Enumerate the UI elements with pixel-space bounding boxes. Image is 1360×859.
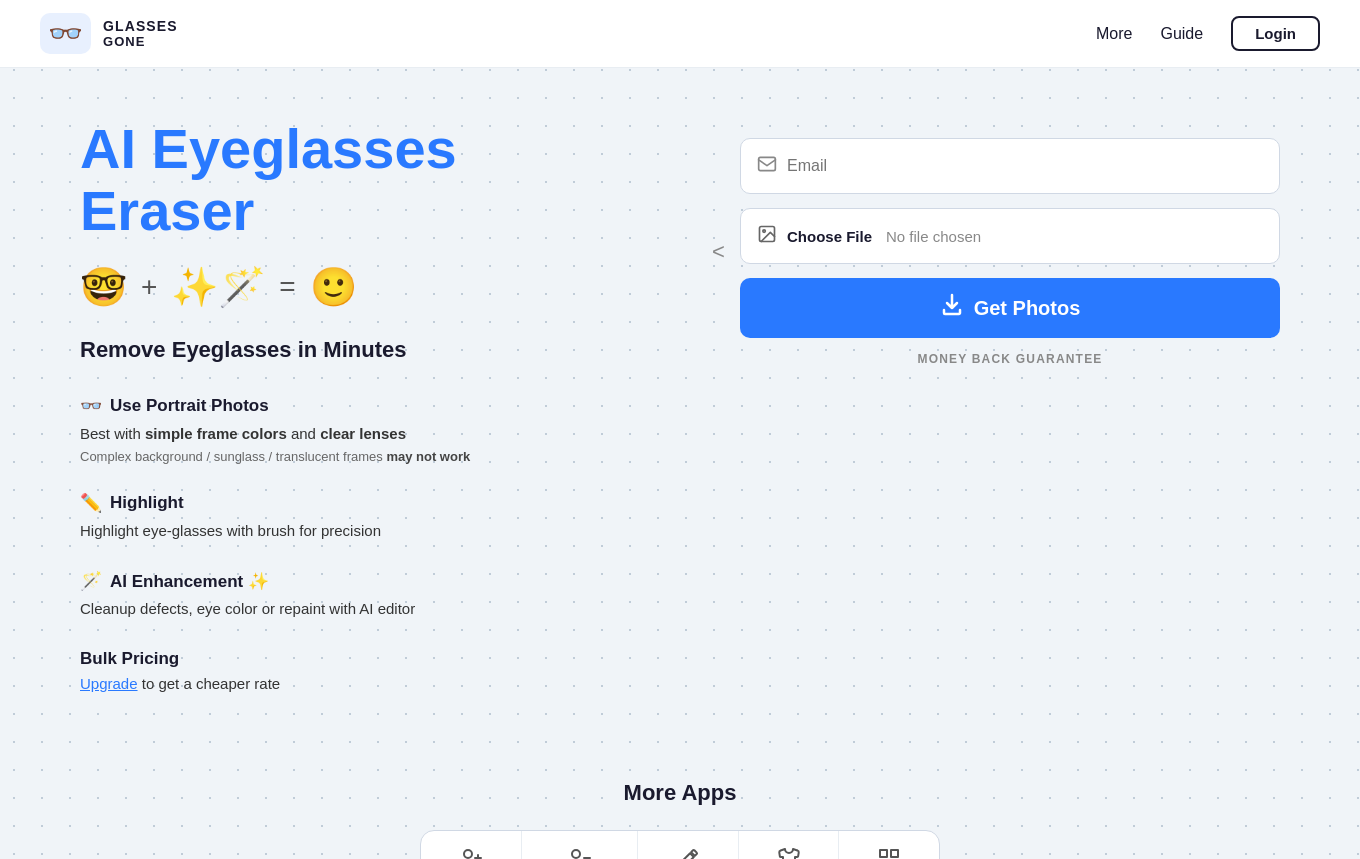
feature-ai-desc: Cleanup defects, eye color or repaint wi… <box>80 598 680 621</box>
app-photo-bomb[interactable]: PhotoBomb <box>421 831 522 859</box>
svg-point-2 <box>763 229 766 232</box>
app-erase-replace[interactable]: Erase &Replace <box>638 831 739 859</box>
get-photos-label: Get Photos <box>974 297 1081 320</box>
emoji-plus: + <box>141 271 157 303</box>
feature-highlight-title: ✏️ Highlight <box>80 492 680 514</box>
apps-row: PhotoBomb EraseBackground Erase &Replace… <box>420 830 940 859</box>
hero-title-line1: AI Eyeglasses <box>80 117 457 180</box>
brand-sub: GONE <box>103 34 178 49</box>
file-input-group[interactable]: Choose File No file chosen <box>740 208 1280 264</box>
right-column: < <box>740 138 1280 366</box>
email-icon <box>757 154 777 179</box>
brand-icon: 👓 <box>40 13 91 54</box>
hero-title-line2: Eraser <box>80 179 254 242</box>
glasses-icon: 👓 <box>80 395 102 417</box>
login-button[interactable]: Login <box>1231 16 1320 51</box>
hero-subtitle: Remove Eyeglasses in Minutes <box>80 337 680 363</box>
nav-guide[interactable]: Guide <box>1160 25 1203 43</box>
pencil-icon: ✏️ <box>80 492 102 514</box>
feature-portrait-sub: Complex background / sunglass / transluc… <box>80 449 680 464</box>
bulk-pricing-title: Bulk Pricing <box>80 649 680 669</box>
brand-text: GLASSES GONE <box>103 18 178 50</box>
download-icon <box>940 293 964 323</box>
more-apps-title: More Apps <box>80 780 1280 806</box>
person-remove-icon <box>567 847 591 859</box>
more-apps-section: More Apps PhotoBomb EraseBackground Eras… <box>40 780 1320 859</box>
emoji-eq: = <box>279 271 295 303</box>
main-content: AI Eyeglasses Eraser 🤓 + ✨🪄 = 🙂 Remove E… <box>40 68 1320 720</box>
arrow-hint: < <box>712 239 725 265</box>
choose-file-label[interactable]: Choose File <box>787 228 872 245</box>
app-erase-background[interactable]: EraseBackground <box>522 831 639 859</box>
upgrade-link[interactable]: Upgrade <box>80 675 138 692</box>
app-try-clothes[interactable]: TryClothes <box>739 831 840 859</box>
nav-more[interactable]: More <box>1096 25 1132 43</box>
feature-portrait-desc: Best with simple frame colors and clear … <box>80 423 680 446</box>
wand-icon: 🪄 <box>80 570 102 592</box>
get-photos-button[interactable]: Get Photos <box>740 278 1280 338</box>
feature-portrait-title: 👓 Use Portrait Photos <box>80 395 680 417</box>
brand-name: GLASSES <box>103 18 178 35</box>
email-field[interactable] <box>787 157 1263 175</box>
email-input-group <box>740 138 1280 194</box>
paintbrush-icon <box>676 847 700 859</box>
svg-rect-0 <box>759 157 776 170</box>
feature-highlight: ✏️ Highlight Highlight eye-glasses with … <box>80 492 680 543</box>
shirt-icon <box>777 847 801 859</box>
form-card: < <box>740 138 1280 366</box>
svg-rect-9 <box>891 850 898 857</box>
image-icon <box>757 224 777 249</box>
navbar: 👓 GLASSES GONE More Guide Login <box>0 0 1360 68</box>
brand-logo-link[interactable]: 👓 GLASSES GONE <box>40 13 178 54</box>
emoji-smile: 🙂 <box>310 265 357 309</box>
guarantee-text: MONEY BACK GUARANTEE <box>740 352 1280 366</box>
person-add-icon <box>459 847 483 859</box>
svg-point-3 <box>464 850 472 858</box>
nav-right: More Guide Login <box>1096 16 1320 51</box>
emoji-wand: ✨🪄 <box>171 265 265 309</box>
left-column: AI Eyeglasses Eraser 🤓 + ✨🪄 = 🙂 Remove E… <box>80 118 680 720</box>
feature-highlight-desc: Highlight eye-glasses with brush for pre… <box>80 520 680 543</box>
feature-ai: 🪄 AI Enhancement ✨ Cleanup defects, eye … <box>80 570 680 621</box>
bulk-pricing: Bulk Pricing Upgrade to get a cheaper ra… <box>80 649 680 692</box>
no-file-chosen: No file chosen <box>886 228 981 245</box>
emoji-row: 🤓 + ✨🪄 = 🙂 <box>80 265 680 309</box>
app-pixel-art[interactable]: PixelArt <box>839 831 939 859</box>
emoji-nerd: 🤓 <box>80 265 127 309</box>
pixel-icon <box>877 847 901 859</box>
svg-point-6 <box>572 850 580 858</box>
hero-title: AI Eyeglasses Eraser <box>80 118 680 241</box>
feature-portrait: 👓 Use Portrait Photos Best with simple f… <box>80 395 680 464</box>
bulk-pricing-desc: Upgrade to get a cheaper rate <box>80 675 680 692</box>
feature-ai-title: 🪄 AI Enhancement ✨ <box>80 570 680 592</box>
svg-rect-8 <box>880 850 887 857</box>
